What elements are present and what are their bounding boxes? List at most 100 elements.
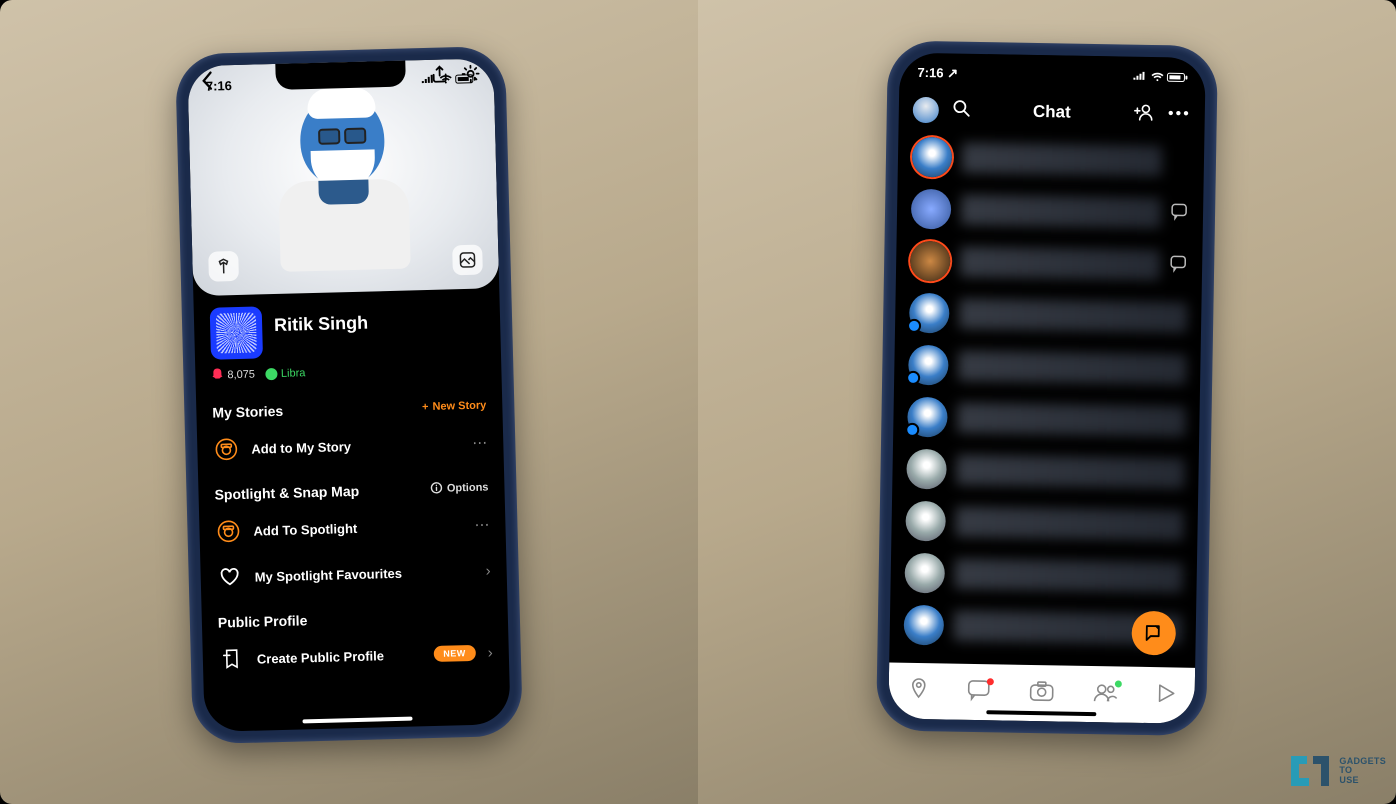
chat-row[interactable]	[905, 391, 1188, 448]
home-indicator	[302, 717, 412, 724]
chat-avatar[interactable]	[912, 137, 953, 178]
public-title: Public Profile	[218, 612, 308, 630]
more-icon[interactable]: ⋯	[472, 433, 487, 451]
info-icon	[431, 481, 443, 496]
row-label: Add to My Story	[251, 436, 460, 456]
nav-stories-icon[interactable]	[1093, 682, 1117, 707]
share-icon[interactable]	[431, 65, 448, 88]
chat-row[interactable]	[907, 287, 1190, 344]
nav-spotlight-icon[interactable]	[1157, 683, 1175, 708]
chat-row[interactable]	[902, 547, 1185, 604]
new-badge: NEW	[433, 645, 476, 662]
more-icon[interactable]: ⋯	[474, 515, 489, 533]
chat-list[interactable]	[889, 131, 1204, 656]
add-my-story-row[interactable]: Add to My Story ⋯	[197, 419, 504, 473]
nav-camera-icon[interactable]	[1029, 680, 1053, 705]
profile-username	[274, 335, 368, 349]
ghost-icon	[211, 367, 223, 382]
search-icon[interactable]	[953, 99, 971, 122]
status-dot	[906, 371, 920, 385]
chat-row[interactable]	[904, 443, 1187, 500]
add-spotlight-row[interactable]: Add To Spotlight ⋯	[199, 501, 506, 555]
outfit-button[interactable]	[208, 251, 239, 282]
status-time: 7:16	[917, 65, 943, 80]
status-dot	[905, 423, 919, 437]
gu-logo-icon	[1287, 748, 1333, 794]
notification-dot	[987, 678, 994, 685]
chat-row[interactable]	[910, 131, 1193, 188]
bitmoji-avatar[interactable]	[271, 92, 416, 286]
profile-hero: 7:16	[187, 58, 499, 296]
chat-avatar[interactable]	[905, 501, 946, 542]
chevron-right-icon: ›	[485, 562, 490, 579]
stories-title: My Stories	[212, 403, 283, 421]
chat-avatar[interactable]	[907, 397, 948, 438]
phone-frame-left: 7:16	[175, 46, 523, 744]
nav-chat-icon[interactable]	[968, 679, 990, 704]
camera-icon	[215, 518, 242, 545]
signal-icon	[1133, 72, 1147, 82]
notch	[275, 61, 406, 90]
more-icon[interactable]: •••	[1168, 105, 1191, 123]
status-dot	[907, 319, 921, 333]
chat-header: Chat •••	[898, 93, 1205, 136]
profile-card[interactable]: Ritik Singh	[193, 288, 501, 368]
spotlight-favourites-row[interactable]: My Spotlight Favourites ›	[200, 547, 507, 601]
create-public-profile-row[interactable]: Create Public Profile NEW ›	[202, 629, 509, 683]
photo-right: 7:16 ↗ Chat •••	[698, 0, 1396, 804]
add-friend-icon[interactable]	[1134, 102, 1154, 125]
back-icon[interactable]	[201, 72, 213, 95]
profile-name: Ritik Singh	[274, 313, 369, 336]
snap-score[interactable]: 8,075	[211, 367, 255, 383]
chat-avatar[interactable]	[904, 553, 945, 594]
zodiac[interactable]: Libra	[265, 367, 306, 380]
location-icon: ↗	[947, 65, 958, 80]
battery-icon	[1167, 72, 1187, 82]
chat-avatar[interactable]	[909, 293, 950, 334]
chat-avatar[interactable]	[908, 345, 949, 386]
notification-dot	[1114, 680, 1121, 687]
score-value: 8,075	[227, 368, 255, 381]
chat-row[interactable]	[903, 495, 1186, 552]
chat-row[interactable]	[906, 339, 1189, 396]
plus-icon: +	[422, 401, 429, 413]
camera-icon	[213, 436, 240, 463]
status-right	[1133, 72, 1187, 83]
libra-icon	[265, 367, 277, 379]
chat-bubble-icon[interactable]	[1171, 203, 1189, 224]
background-button[interactable]	[452, 245, 483, 276]
heart-icon	[216, 564, 243, 591]
options-button[interactable]: Options	[431, 480, 489, 497]
bookmark-plus-icon	[219, 646, 246, 673]
gear-icon[interactable]	[461, 65, 480, 88]
screen-chat: 7:16 ↗ Chat •••	[888, 53, 1206, 724]
snapcode[interactable]	[210, 306, 263, 359]
new-story-button[interactable]: + New Story	[422, 400, 487, 414]
nav-map-icon[interactable]	[908, 677, 928, 704]
watermark: GADGETS TO USE	[1287, 748, 1386, 794]
chat-preview	[958, 351, 1186, 385]
chat-preview	[956, 455, 1184, 489]
photo-left: 7:16	[0, 0, 698, 804]
chat-preview	[959, 299, 1187, 333]
chat-preview	[961, 195, 1161, 228]
phone-frame-right: 7:16 ↗ Chat •••	[876, 40, 1218, 736]
chat-preview	[962, 143, 1162, 176]
chat-avatar[interactable]	[906, 449, 947, 490]
chevron-right-icon: ›	[488, 644, 493, 661]
chat-avatar[interactable]	[911, 189, 952, 230]
row-label: Create Public Profile	[257, 647, 422, 666]
spotlight-title: Spotlight & Snap Map	[214, 483, 359, 503]
chat-row[interactable]	[909, 183, 1192, 240]
chat-bubble-icon[interactable]	[1170, 255, 1188, 276]
notch	[987, 54, 1117, 82]
chat-avatar[interactable]	[904, 605, 945, 646]
chat-row[interactable]	[908, 235, 1191, 292]
row-label: Add To Spotlight	[253, 518, 462, 538]
chat-preview	[960, 247, 1160, 280]
my-avatar[interactable]	[913, 97, 939, 123]
chat-preview	[957, 403, 1185, 437]
row-label: My Spotlight Favourites	[255, 563, 474, 584]
chat-avatar[interactable]	[910, 241, 951, 282]
chat-preview	[955, 507, 1183, 541]
